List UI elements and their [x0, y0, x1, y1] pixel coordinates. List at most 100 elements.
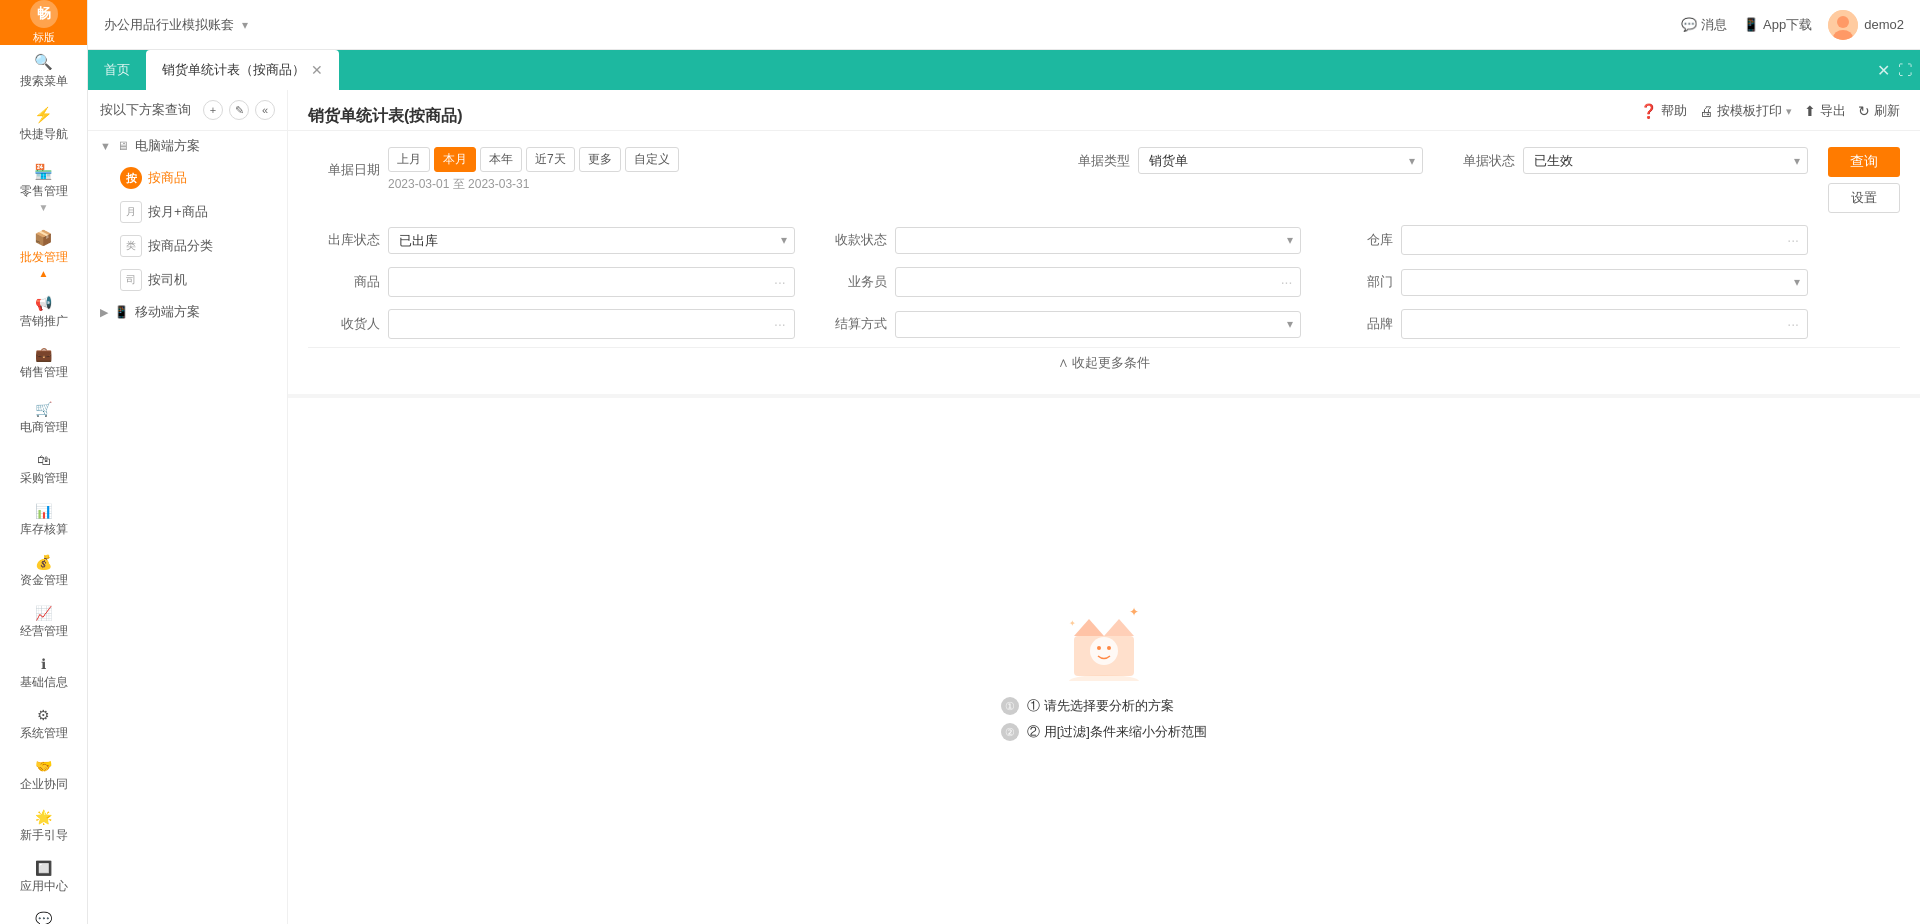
refresh-btn[interactable]: ↻ 刷新	[1858, 102, 1900, 120]
tab-report-close[interactable]: ✕	[311, 62, 323, 78]
brand-label: 品牌	[1321, 315, 1401, 333]
export-btn[interactable]: ⬆ 导出	[1804, 102, 1846, 120]
receiver-field[interactable]: ···	[388, 309, 795, 339]
main-layout: 按以下方案查询 + ✎ « ▼ 🖥 电脑端方案 按 按商品 月	[88, 90, 1920, 924]
sidebar-item-marketing[interactable]: 📢 营销推广	[0, 287, 87, 338]
add-scheme-btn[interactable]: +	[203, 100, 223, 120]
tree-by-product[interactable]: 按 按商品	[112, 161, 287, 195]
sidebar-item-wechat[interactable]: 💬 企业微信	[0, 903, 87, 924]
empty-hints: ① ① 请先选择要分析的方案 ② ② 用[过滤]条件来缩小分析范围	[1001, 697, 1207, 741]
sidebar-item-purchase[interactable]: 🛍 采购管理	[0, 444, 87, 495]
receiver-label: 收货人	[308, 315, 388, 333]
sidebar-item-ecommerce[interactable]: 🛒 电商管理	[0, 393, 87, 444]
sidebar-item-sales[interactable]: 💼 销售管理	[0, 338, 87, 389]
logo-icon: 畅	[30, 0, 58, 28]
salesperson-dots[interactable]: ···	[1281, 274, 1293, 290]
finance-icon: 💰	[35, 554, 52, 570]
help-btn[interactable]: ❓ 帮助	[1640, 102, 1687, 120]
sidebar-item-inventory[interactable]: 📊 库存核算	[0, 495, 87, 546]
user-name: demo2	[1864, 17, 1904, 32]
sidebar-item-quicknav[interactable]: ⚡ 快捷导航	[0, 98, 87, 151]
print-btn[interactable]: 🖨 按模板打印 ▾	[1699, 102, 1792, 120]
export-label: 导出	[1820, 102, 1846, 120]
brand-dots[interactable]: ···	[1787, 316, 1799, 332]
tree-mobile[interactable]: ▶ 📱 移动端方案	[88, 297, 287, 327]
salesperson-field[interactable]: ···	[895, 267, 1302, 297]
svg-text:✦: ✦	[1069, 619, 1076, 628]
doc-status-select[interactable]: 已生效	[1523, 147, 1808, 174]
sales-icon: 💼	[35, 346, 52, 362]
department-select[interactable]	[1401, 269, 1808, 296]
sidebar-item-finance[interactable]: 💰 资金管理	[0, 546, 87, 597]
sidebar-item-enterprise[interactable]: 🤝 企业协同	[0, 750, 87, 801]
collapse-btn[interactable]: ∧ 收起更多条件	[308, 347, 1900, 378]
system-icon: ⚙	[37, 707, 50, 723]
sidebar-item-guide[interactable]: 🌟 新手引导	[0, 801, 87, 852]
date-btn-custom[interactable]: 自定义	[625, 147, 679, 172]
doc-type-select[interactable]: 销货单	[1138, 147, 1423, 174]
sidebar-item-basic[interactable]: ℹ 基础信息	[0, 648, 87, 699]
product-dots[interactable]: ···	[774, 274, 786, 290]
receiver-dots[interactable]: ···	[774, 316, 786, 332]
tree-by-category[interactable]: 类 按商品分类	[112, 229, 287, 263]
sidebar-item-retail[interactable]: 🏪 零售管理 ▼	[0, 155, 87, 221]
date-btn-this-year[interactable]: 本年	[480, 147, 522, 172]
settings-btn[interactable]: 设置	[1828, 183, 1900, 213]
active-dot: 按	[120, 167, 142, 189]
date-btn-last-month[interactable]: 上月	[388, 147, 430, 172]
tab-maximize-btn[interactable]: ⛶	[1898, 62, 1912, 78]
sidebar-item-operations[interactable]: 📈 经营管理	[0, 597, 87, 648]
wholesale-arrow: ▲	[39, 268, 49, 279]
date-btn-this-month[interactable]: 本月	[434, 147, 476, 172]
sidebar-item-system[interactable]: ⚙ 系统管理	[0, 699, 87, 750]
warehouse-dots[interactable]: ···	[1787, 232, 1799, 248]
sidebar-item-apps[interactable]: 🔲 应用中心	[0, 852, 87, 903]
month-icon: 月	[120, 201, 142, 223]
payment-status-select[interactable]	[895, 227, 1302, 254]
settlement-select[interactable]	[895, 311, 1302, 338]
settlement-label: 结算方式	[815, 315, 895, 333]
topbar-left: 办公用品行业模拟账套 ▾	[104, 16, 248, 34]
edit-scheme-btn[interactable]: ✎	[229, 100, 249, 120]
sidebar-item-search[interactable]: 🔍 搜索菜单	[0, 45, 87, 98]
ecommerce-icon: 🛒	[35, 401, 52, 417]
print-icon: 🖨	[1699, 103, 1713, 119]
filter-area: 单据日期 上月 本月 本年 近7天 更多 自定义 2023-03-01 至 20…	[288, 131, 1920, 394]
message-label: 消息	[1701, 16, 1727, 34]
app-download-btn[interactable]: 📱 App下载	[1743, 16, 1812, 34]
company-dropdown-arrow[interactable]: ▾	[242, 18, 248, 32]
left-panel: 按以下方案查询 + ✎ « ▼ 🖥 电脑端方案 按 按商品 月	[88, 90, 288, 924]
date-btn-7days[interactable]: 近7天	[526, 147, 575, 172]
download-icon: 📱	[1743, 17, 1759, 32]
salesperson-label: 业务员	[815, 273, 895, 291]
warehouse-label: 仓库	[1321, 231, 1401, 249]
user-profile[interactable]: demo2	[1828, 10, 1904, 40]
print-label: 按模板打印	[1717, 102, 1782, 120]
tab-report[interactable]: 销货单统计表（按商品） ✕	[146, 50, 339, 90]
sidebar-label-enterprise: 企业协同	[20, 776, 68, 793]
tab-close-btn[interactable]: ✕	[1877, 61, 1890, 80]
svg-text:✦: ✦	[1129, 605, 1139, 619]
logo[interactable]: 畅 标版	[0, 0, 87, 45]
refresh-label: 刷新	[1874, 102, 1900, 120]
sidebar: 畅 标版 🔍 搜索菜单 ⚡ 快捷导航 🏪 零售管理 ▼ 📦 批发管理 ▲ 📢 营…	[0, 0, 88, 924]
collapse-panel-btn[interactable]: «	[255, 100, 275, 120]
warehouse-field[interactable]: ···	[1401, 225, 1808, 255]
brand-field[interactable]: ···	[1401, 309, 1808, 339]
sidebar-item-wholesale[interactable]: 📦 批发管理 ▲	[0, 221, 87, 287]
warehouse-status-select[interactable]: 已出库	[388, 227, 795, 254]
date-btn-more[interactable]: 更多	[579, 147, 621, 172]
pc-icon: 🖥	[117, 139, 129, 153]
mobile-icon: 📱	[114, 305, 129, 319]
product-field[interactable]: ···	[388, 267, 795, 297]
by-month-product-label: 按月+商品	[148, 203, 275, 221]
warehouse-status-wrapper: 已出库	[388, 227, 795, 254]
message-btn[interactable]: 💬 消息	[1681, 16, 1727, 34]
warehouse-status-label: 出库状态	[308, 231, 388, 249]
tab-home[interactable]: 首页	[88, 50, 146, 90]
pc-arrow: ▼	[100, 140, 111, 152]
query-btn[interactable]: 查询	[1828, 147, 1900, 177]
tree-pc[interactable]: ▼ 🖥 电脑端方案	[88, 131, 287, 161]
tree-by-supplier[interactable]: 司 按司机	[112, 263, 287, 297]
tree-by-month-product[interactable]: 月 按月+商品	[112, 195, 287, 229]
